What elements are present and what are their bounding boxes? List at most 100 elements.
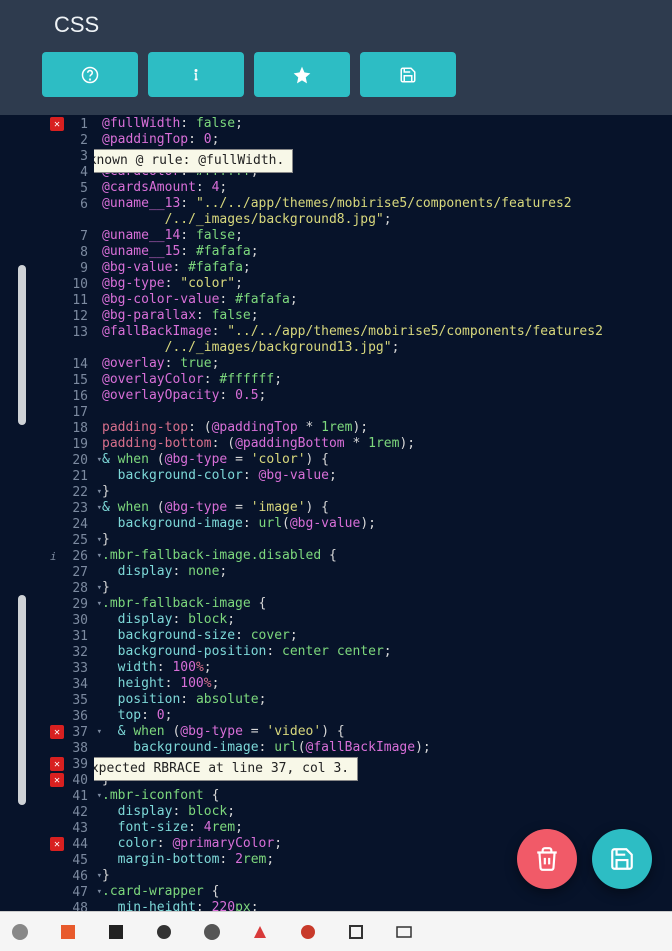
code-line[interactable]: font-size: 4rem; bbox=[94, 820, 672, 836]
taskbar-app-icon[interactable] bbox=[106, 922, 126, 942]
line-number: 40✕ bbox=[32, 772, 94, 788]
taskbar-app-icon[interactable] bbox=[154, 922, 174, 942]
save-icon bbox=[399, 66, 417, 84]
help-button[interactable] bbox=[42, 52, 138, 97]
code-line[interactable]: @uname__13: "../../app/themes/mobirise5/… bbox=[94, 196, 672, 212]
code-line[interactable]: @uname__15: #fafafa; bbox=[94, 244, 672, 260]
taskbar-app-icon[interactable] bbox=[10, 922, 30, 942]
taskbar-app-icon[interactable] bbox=[394, 922, 414, 942]
code-line[interactable]: background-image: url(@bg-value); bbox=[94, 516, 672, 532]
info-marker[interactable]: i bbox=[50, 550, 57, 563]
code-line[interactable] bbox=[94, 404, 672, 420]
code-line[interactable]: position: absolute; bbox=[94, 692, 672, 708]
code-line[interactable]: background-color: @bg-value; bbox=[94, 468, 672, 484]
line-number: 18 bbox=[32, 420, 94, 436]
line-number: 23▾ bbox=[32, 500, 94, 516]
code-area[interactable]: Unknown @ rule: @fullWidth. Expected RBR… bbox=[94, 115, 672, 911]
error-tooltip: Unknown @ rule: @fullWidth. bbox=[94, 149, 293, 173]
info-button[interactable] bbox=[148, 52, 244, 97]
taskbar-app-icon[interactable] bbox=[202, 922, 222, 942]
toolbar bbox=[20, 52, 652, 97]
line-number: 21 bbox=[32, 468, 94, 484]
line-number: 36 bbox=[32, 708, 94, 724]
line-number: 11 bbox=[32, 292, 94, 308]
code-line[interactable]: display: block; bbox=[94, 804, 672, 820]
code-line[interactable]: @bg-color-value: #fafafa; bbox=[94, 292, 672, 308]
line-number: 30 bbox=[32, 612, 94, 628]
code-line[interactable]: @bg-value: #fafafa; bbox=[94, 260, 672, 276]
code-line[interactable]: .mbr-fallback-image.disabled { bbox=[94, 548, 672, 564]
line-number: 1✕ bbox=[32, 116, 94, 132]
taskbar-app-icon[interactable] bbox=[298, 922, 318, 942]
code-line[interactable]: color: @primaryColor; bbox=[94, 836, 672, 852]
code-line[interactable]: background-position: center center; bbox=[94, 644, 672, 660]
code-line[interactable]: } bbox=[94, 868, 672, 884]
code-line[interactable]: /../_images/background13.jpg"; bbox=[94, 340, 672, 356]
error-marker[interactable]: ✕ bbox=[50, 837, 64, 851]
code-line[interactable]: } bbox=[94, 484, 672, 500]
code-line[interactable]: background-image: url(@fallBackImage); bbox=[94, 740, 672, 756]
disk-button[interactable] bbox=[360, 52, 456, 97]
code-line[interactable]: padding-bottom: (@paddingBottom * 1rem); bbox=[94, 436, 672, 452]
taskbar-app-icon[interactable] bbox=[346, 922, 366, 942]
line-number: 42 bbox=[32, 804, 94, 820]
code-line[interactable]: } bbox=[94, 532, 672, 548]
code-line[interactable]: @overlay: true; bbox=[94, 356, 672, 372]
code-line[interactable]: @uname__14: false; bbox=[94, 228, 672, 244]
code-line[interactable]: @overlayColor: #ffffff; bbox=[94, 372, 672, 388]
code-line[interactable]: display: block; bbox=[94, 612, 672, 628]
header-bar: CSS bbox=[0, 0, 672, 115]
editor: 1✕234567891011121314151617181920▾2122▾23… bbox=[0, 115, 672, 911]
star-button[interactable] bbox=[254, 52, 350, 97]
code-line[interactable]: width: 100%; bbox=[94, 660, 672, 676]
line-number: 26i▾ bbox=[32, 548, 94, 564]
code-line[interactable]: & when (@bg-type = 'video') { bbox=[94, 724, 672, 740]
taskbar-app-icon[interactable] bbox=[250, 922, 270, 942]
code-line[interactable]: height: 100%; bbox=[94, 676, 672, 692]
code-line[interactable]: .mbr-fallback-image { bbox=[94, 596, 672, 612]
code-line[interactable]: @overlayOpacity: 0.5; bbox=[94, 388, 672, 404]
scroll-thumb[interactable] bbox=[18, 595, 26, 805]
line-number: 38 bbox=[32, 740, 94, 756]
code-line[interactable]: } bbox=[94, 580, 672, 596]
line-number: 19 bbox=[32, 436, 94, 452]
line-number: 44✕ bbox=[32, 836, 94, 852]
error-marker[interactable]: ✕ bbox=[50, 773, 64, 787]
code-line[interactable]: /../_images/background8.jpg"; bbox=[94, 212, 672, 228]
code-line[interactable]: padding-top: (@paddingTop * 1rem); bbox=[94, 420, 672, 436]
code-line[interactable]: & when (@bg-type = 'image') { bbox=[94, 500, 672, 516]
line-number: 31 bbox=[32, 628, 94, 644]
line-number bbox=[32, 212, 94, 228]
scroll-indicator bbox=[0, 115, 32, 911]
scroll-thumb[interactable] bbox=[18, 265, 26, 425]
code-line[interactable]: @fullWidth: false; bbox=[94, 116, 672, 132]
code-line[interactable]: @paddingTop: 0; bbox=[94, 132, 672, 148]
line-number: 35 bbox=[32, 692, 94, 708]
line-number: 7 bbox=[32, 228, 94, 244]
error-marker[interactable]: ✕ bbox=[50, 757, 64, 771]
line-number: 41▾ bbox=[32, 788, 94, 804]
code-line[interactable]: .card-wrapper { bbox=[94, 884, 672, 900]
code-line[interactable]: background-size: cover; bbox=[94, 628, 672, 644]
code-line[interactable]: margin-bottom: 2rem; bbox=[94, 852, 672, 868]
code-line[interactable]: @bg-parallax: false; bbox=[94, 308, 672, 324]
code-line[interactable]: @cardsAmount: 4; bbox=[94, 180, 672, 196]
error-marker[interactable]: ✕ bbox=[50, 117, 64, 131]
code-line[interactable]: @fallBackImage: "../../app/themes/mobiri… bbox=[94, 324, 672, 340]
question-icon bbox=[81, 66, 99, 84]
code-line[interactable]: & when (@bg-type = 'color') { bbox=[94, 452, 672, 468]
line-number: 13 bbox=[32, 324, 94, 340]
delete-fab[interactable] bbox=[517, 829, 577, 889]
star-icon bbox=[292, 65, 312, 85]
line-number: 20▾ bbox=[32, 452, 94, 468]
save-fab[interactable] bbox=[592, 829, 652, 889]
line-number: 8 bbox=[32, 244, 94, 260]
error-marker[interactable]: ✕ bbox=[50, 725, 64, 739]
code-line[interactable]: .mbr-iconfont { bbox=[94, 788, 672, 804]
code-line[interactable]: min-height: 220px; bbox=[94, 900, 672, 911]
code-line[interactable]: top: 0; bbox=[94, 708, 672, 724]
taskbar-app-icon[interactable] bbox=[58, 922, 78, 942]
code-line[interactable]: @bg-type: "color"; bbox=[94, 276, 672, 292]
line-number: 16 bbox=[32, 388, 94, 404]
code-line[interactable]: display: none; bbox=[94, 564, 672, 580]
